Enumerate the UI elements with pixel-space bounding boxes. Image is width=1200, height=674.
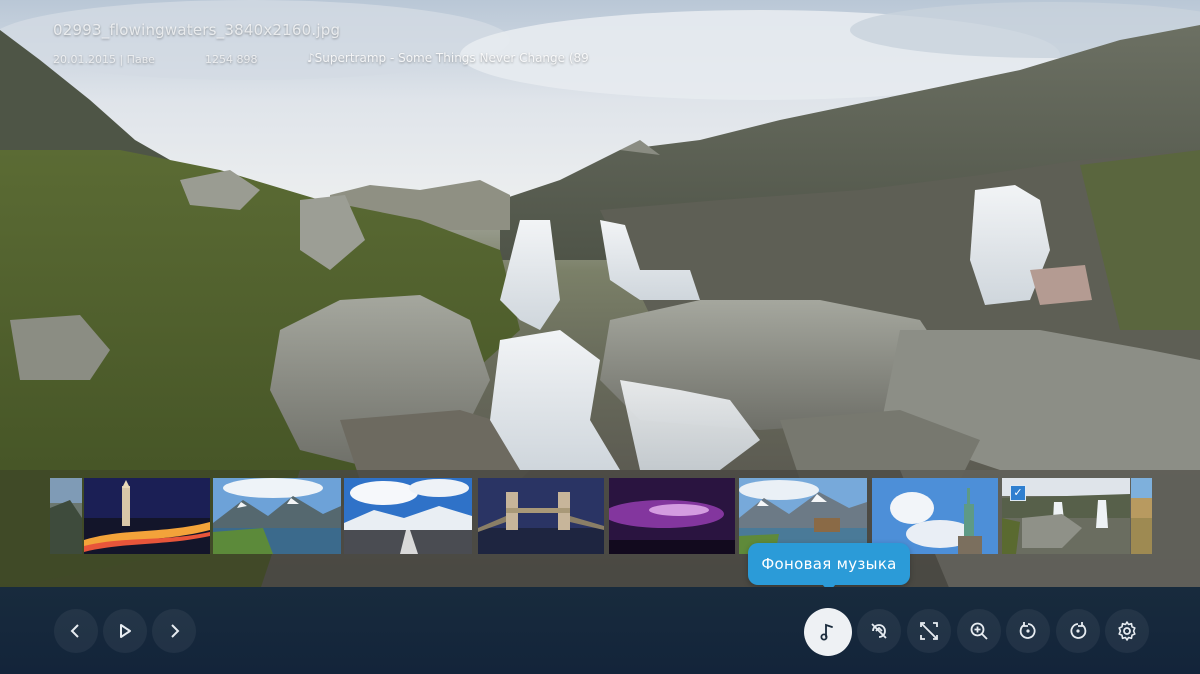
background-music-button[interactable]: [804, 608, 852, 656]
thumb-snowy-road[interactable]: [344, 478, 472, 554]
rotate-off-button[interactable]: [857, 609, 901, 653]
rotate-left-button[interactable]: [1006, 609, 1050, 653]
previous-button[interactable]: [54, 609, 98, 653]
next-button[interactable]: [152, 609, 196, 653]
thumbnail-strip: ✓: [50, 478, 1152, 554]
zoom-in-icon: [970, 622, 988, 640]
thumb-mountain-lake[interactable]: [213, 478, 341, 554]
now-playing-track: Supertramp - Some Things Never Change (8…: [314, 51, 589, 65]
now-playing-music: ♪Supertramp - Some Things Never Change (…: [307, 51, 589, 65]
thumb-partial-right[interactable]: [1131, 478, 1152, 554]
gear-icon: [1118, 621, 1136, 641]
photo-file-size: 1254 898: [205, 53, 258, 66]
thumb-partial-left[interactable]: [50, 478, 82, 554]
play-button[interactable]: [103, 609, 147, 653]
thumbnail-image: [84, 478, 210, 554]
thumbnail-image: [609, 478, 735, 554]
chevron-left-icon: [70, 624, 79, 638]
music-note-icon: [820, 623, 833, 641]
thumb-waterfall-selected[interactable]: ✓: [1002, 478, 1130, 554]
rotate-right-icon: [1070, 622, 1087, 639]
thumb-tower-bridge[interactable]: [478, 478, 604, 554]
play-icon: [120, 624, 131, 638]
thumb-purple-sky[interactable]: [609, 478, 735, 554]
fit-off-button[interactable]: [907, 609, 951, 653]
selected-check-icon: ✓: [1010, 485, 1026, 501]
music-note-icon: ♪: [307, 51, 315, 65]
rotate-right-button[interactable]: [1056, 609, 1100, 653]
fit-off-icon: [920, 622, 938, 640]
control-bar: [0, 587, 1200, 674]
background-music-tooltip: Фоновая музыка: [748, 543, 910, 585]
thumbnail-image: [478, 478, 604, 554]
photo-filename: 02993_flowingwaters_3840x2160.jpg: [53, 21, 341, 39]
thumb-city-night-tower[interactable]: [84, 478, 210, 554]
thumbnail-image: [213, 478, 341, 554]
rotate-off-icon: [871, 623, 887, 639]
chevron-right-icon: [171, 624, 180, 638]
thumbnail-image: [344, 478, 472, 554]
thumbnail-image: [50, 478, 82, 554]
settings-button[interactable]: [1105, 609, 1149, 653]
zoom-in-button[interactable]: [957, 609, 1001, 653]
rotate-left-icon: [1019, 622, 1036, 639]
thumbnail-image: [1131, 478, 1152, 554]
photo-date-location: 20.01.2015 | Паве: [53, 53, 155, 66]
